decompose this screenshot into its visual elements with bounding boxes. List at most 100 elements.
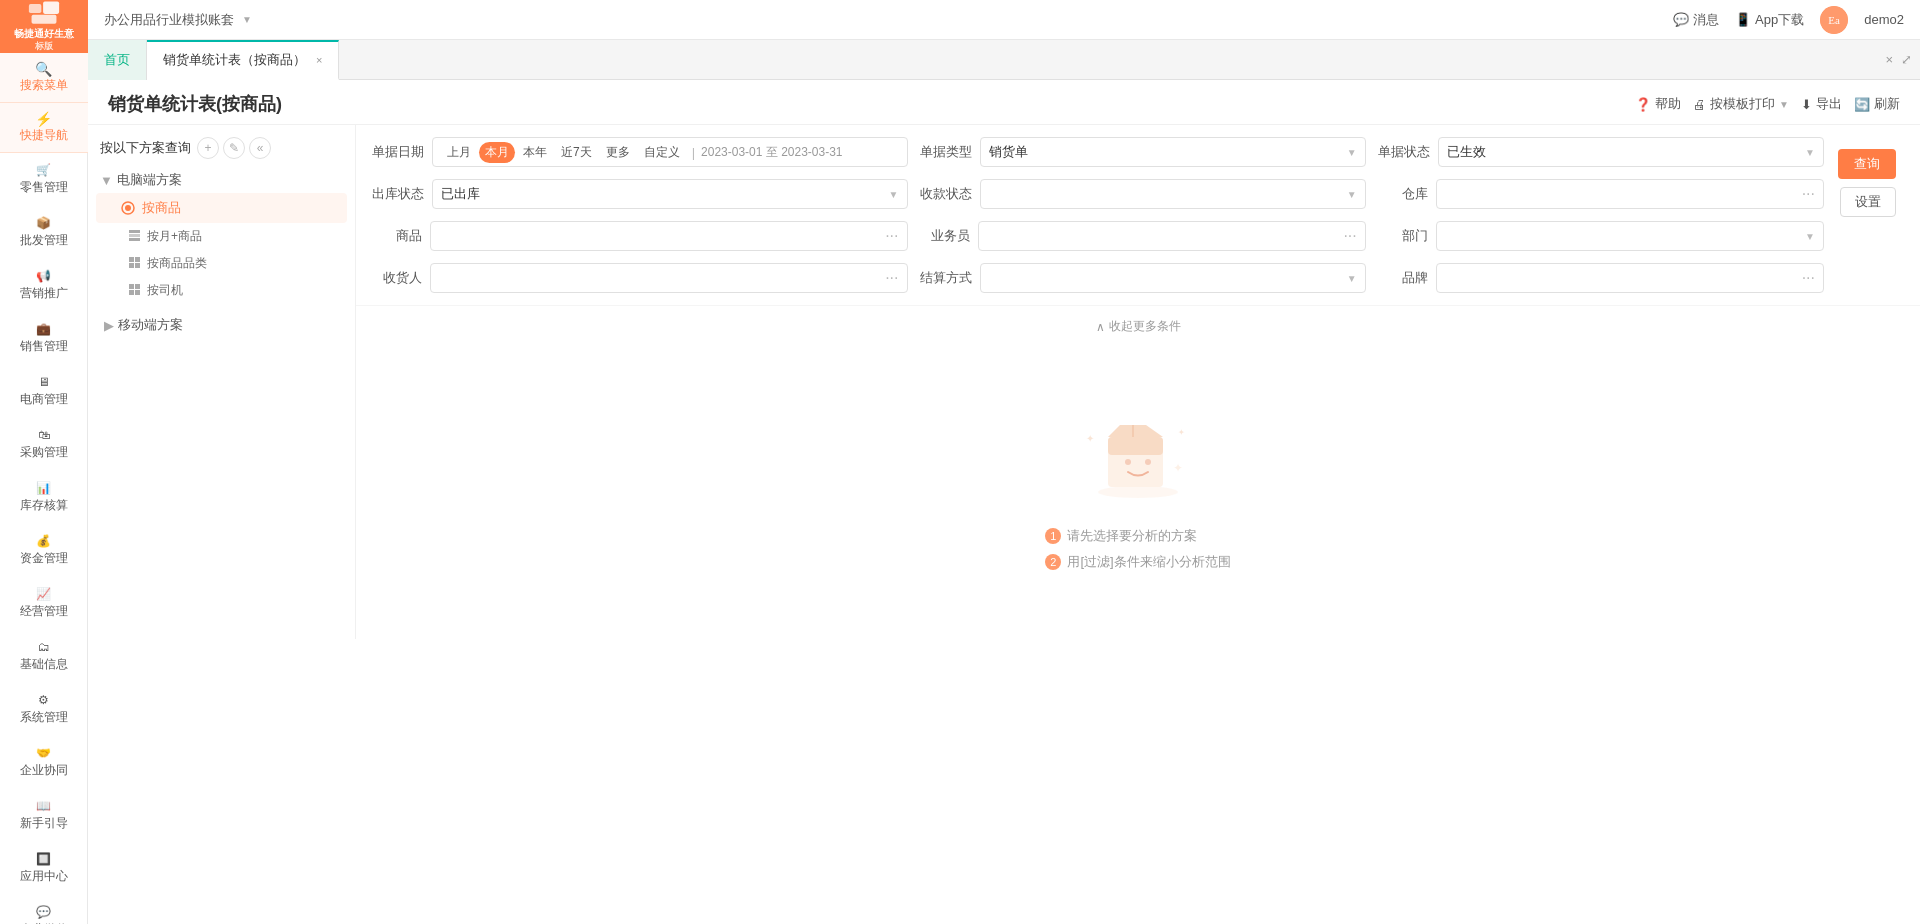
sidebar-item-wechat[interactable]: 💬 企业微信 xyxy=(0,895,88,924)
warehouse-input[interactable]: ··· xyxy=(1436,179,1824,209)
desktop-scheme-section-header[interactable]: ▼ 电脑端方案 xyxy=(96,167,347,193)
svg-rect-6 xyxy=(129,234,140,237)
collapse-label: 收起更多条件 xyxy=(1109,318,1181,335)
sidebar-item-retail-label: 零售管理 xyxy=(4,179,84,196)
filter-field-salesperson: 业务员 ··· xyxy=(920,221,1366,251)
empty-tip1: 请先选择要分析的方案 xyxy=(1067,527,1197,545)
filter-field-department: 部门 ▼ xyxy=(1378,221,1824,251)
product-label: 商品 xyxy=(372,227,422,245)
brand-dots-icon[interactable]: ··· xyxy=(1802,269,1815,287)
collapse-scheme-button[interactable]: « xyxy=(249,137,271,159)
svg-rect-0 xyxy=(28,4,40,13)
message-button[interactable]: 💬 消息 xyxy=(1673,11,1719,29)
sidebar-item-sales[interactable]: 💼 销售管理 xyxy=(0,312,88,365)
date-tab-last-month[interactable]: 上月 xyxy=(441,142,477,163)
mobile-scheme-section-header[interactable]: ▶ 移动端方案 xyxy=(100,312,347,338)
logo-icon xyxy=(28,0,60,26)
date-tab-custom[interactable]: 自定义 xyxy=(638,142,686,163)
user-name[interactable]: demo2 xyxy=(1864,12,1904,27)
edit-scheme-button[interactable]: ✎ xyxy=(223,137,245,159)
sidebar-item-operations[interactable]: 📈 经营管理 xyxy=(0,577,88,630)
sidebar-item-ecommerce[interactable]: 🖥 电商管理 xyxy=(0,365,88,418)
refresh-button[interactable]: 🔄 刷新 xyxy=(1854,95,1900,113)
salesperson-input[interactable]: ··· xyxy=(978,221,1366,251)
quick-nav-item[interactable]: ⚡ 快捷导航 xyxy=(0,103,88,153)
sidebar-item-system[interactable]: ⚙ 系统管理 xyxy=(0,683,88,736)
svg-rect-18 xyxy=(1108,437,1163,455)
settings-button[interactable]: 设置 xyxy=(1840,187,1896,217)
filter-field-date: 单据日期 上月 本月 本年 近7天 更多 自定义 xyxy=(372,137,908,167)
user-avatar[interactable] xyxy=(1820,6,1848,34)
sidebar-item-basic[interactable]: 🗂 基础信息 xyxy=(0,630,88,683)
sidebar-item-enterprise[interactable]: 🤝 企业协同 xyxy=(0,736,88,789)
industry-selector[interactable]: 办公用品行业模拟账套 ▼ xyxy=(104,11,252,29)
salesperson-label: 业务员 xyxy=(920,227,970,245)
sidebar-item-marketing-label: 营销推广 xyxy=(4,285,84,302)
add-scheme-button[interactable]: + xyxy=(197,137,219,159)
scheme-item-by-product[interactable]: 按商品 xyxy=(96,193,347,223)
doc-type-select[interactable]: 销货单 ▼ xyxy=(980,137,1366,167)
recipient-dots-icon[interactable]: ··· xyxy=(885,269,898,287)
scheme-item-by-month-product[interactable]: 按月+商品 xyxy=(96,223,347,250)
app-logo[interactable]: 畅捷通好生意 标版 xyxy=(0,0,88,53)
main-area: 办公用品行业模拟账套 ▼ 💬 消息 📱 App下载 demo2 首页 销货单统计… xyxy=(88,0,1920,924)
settlement-select[interactable]: ▼ xyxy=(980,263,1366,293)
mobile-scheme-section: ▶ 移动端方案 xyxy=(88,312,355,338)
salesperson-dots-icon[interactable]: ··· xyxy=(1343,227,1356,245)
tab-close-button[interactable]: × xyxy=(316,54,322,66)
scheme-item-by-printer[interactable]: 按司机 xyxy=(96,277,347,304)
svg-rect-13 xyxy=(135,284,140,289)
tab-active[interactable]: 销货单统计表（按商品） × xyxy=(147,40,339,80)
svg-text:✦: ✦ xyxy=(1086,433,1094,444)
sidebar-item-wholesale[interactable]: 📦 批发管理 xyxy=(0,206,88,259)
date-tab-more[interactable]: 更多 xyxy=(600,142,636,163)
date-tab-this-month[interactable]: 本月 xyxy=(479,142,515,163)
sidebar-item-purchase[interactable]: 🛍 采购管理 xyxy=(0,418,88,471)
product-input[interactable]: ··· xyxy=(430,221,908,251)
sidebar-item-appstore[interactable]: 🔲 应用中心 xyxy=(0,842,88,895)
search-menu-item[interactable]: 🔍 搜索菜单 xyxy=(0,53,88,103)
sidebar-item-guide[interactable]: 📖 新手引导 xyxy=(0,789,88,842)
minimize-icon[interactable]: × xyxy=(1885,52,1893,67)
page-content: 销货单统计表(按商品) ❓ 帮助 🖨 按模板打印 ▼ ⬇ 导出 🔄 刷新 xyxy=(88,80,1920,924)
recipient-label: 收货人 xyxy=(372,269,422,287)
maximize-icon[interactable]: ⤢ xyxy=(1901,52,1912,67)
export-button[interactable]: ⬇ 导出 xyxy=(1801,95,1842,113)
sidebar-item-marketing[interactable]: 📢 营销推广 xyxy=(0,259,88,312)
department-select[interactable]: ▼ xyxy=(1436,221,1824,251)
sidebar-item-enterprise-label: 企业协同 xyxy=(4,762,84,779)
tabs-bar: 首页 销货单统计表（按商品） × × ⤢ xyxy=(88,40,1920,80)
print-button[interactable]: 🖨 按模板打印 ▼ xyxy=(1693,95,1789,113)
scheme-item-by-product-category-label: 按商品品类 xyxy=(147,255,207,272)
desktop-scheme-section: ▼ 电脑端方案 按商品 按月+商品 xyxy=(88,167,355,304)
date-tab-this-year[interactable]: 本年 xyxy=(517,142,553,163)
tab-home[interactable]: 首页 xyxy=(88,40,147,80)
sidebar-item-retail[interactable]: 🛒 零售管理 xyxy=(0,153,88,206)
warehouse-dots-icon[interactable]: ··· xyxy=(1802,185,1815,203)
help-button[interactable]: ❓ 帮助 xyxy=(1635,95,1681,113)
date-tabs: 上月 本月 本年 近7天 更多 自定义 xyxy=(441,142,686,163)
empty-tip2: 用[过滤]条件来缩小分析范围 xyxy=(1067,553,1230,571)
brand-input[interactable]: ··· xyxy=(1436,263,1824,293)
collapse-button[interactable]: ∧ 收起更多条件 xyxy=(1084,314,1193,339)
payment-status-select[interactable]: ▼ xyxy=(980,179,1366,209)
filter-row-4: 收货人 ··· 结算方式 xyxy=(372,263,1824,293)
app-download-button[interactable]: 📱 App下载 xyxy=(1735,11,1804,29)
warehouse-status-select[interactable]: 已出库 ▼ xyxy=(432,179,908,209)
filter-right-area: 单据日期 上月 本月 本年 近7天 更多 自定义 xyxy=(356,125,1920,639)
product-dots-icon[interactable]: ··· xyxy=(885,227,898,245)
export-label: 导出 xyxy=(1816,95,1842,113)
doc-status-label: 单据状态 xyxy=(1378,143,1430,161)
app-sub-text: 标版 xyxy=(35,40,53,53)
sidebar-item-finance[interactable]: 💰 资金管理 xyxy=(0,524,88,577)
sidebar-item-inventory[interactable]: 📊 库存核算 xyxy=(0,471,88,524)
query-button[interactable]: 查询 xyxy=(1838,149,1896,179)
recipient-input[interactable]: ··· xyxy=(430,263,908,293)
date-filter-control[interactable]: 上月 本月 本年 近7天 更多 自定义 | 2023-03-01 至 2023-… xyxy=(432,137,908,167)
doc-status-select[interactable]: 已生效 ▼ xyxy=(1438,137,1824,167)
date-tab-last-7-days[interactable]: 近7天 xyxy=(555,142,598,163)
sidebar-item-basic-label: 基础信息 xyxy=(4,656,84,673)
scheme-item-by-product-category[interactable]: 按商品品类 xyxy=(96,250,347,277)
print-dropdown-icon: ▼ xyxy=(1779,99,1789,110)
filter-field-product: 商品 ··· xyxy=(372,221,908,251)
